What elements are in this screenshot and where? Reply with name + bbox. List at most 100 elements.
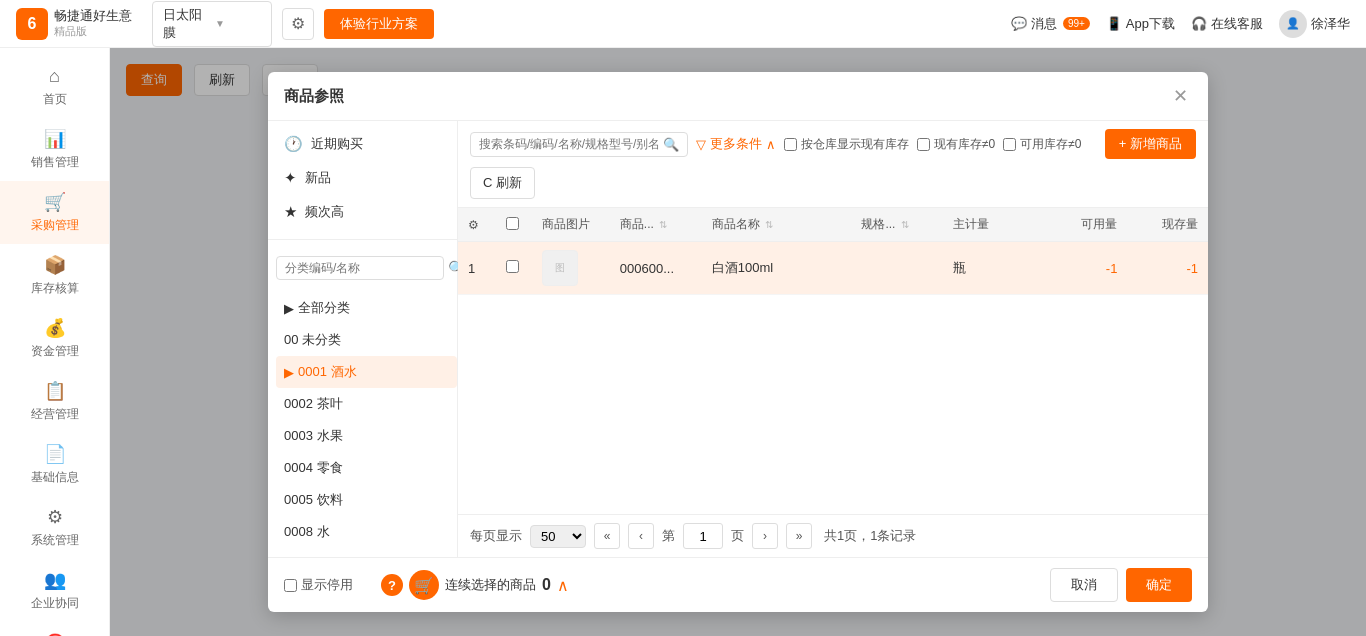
category-search-input[interactable]	[276, 256, 444, 280]
page-first-button[interactable]: «	[594, 523, 620, 549]
sidebar-item-basic[interactable]: 📄 基础信息	[0, 433, 109, 496]
sort-spec-icon: ⇅	[901, 219, 909, 230]
table-row[interactable]: 1 图 000600... 白酒100ml	[458, 242, 1208, 295]
col-code-label: 商品...	[620, 217, 654, 231]
cat-arrow-icon: ▶	[284, 301, 294, 316]
avail-nonzero-label: 可用库存≠0	[1020, 136, 1081, 153]
sidebar-item-finance[interactable]: 💰 资金管理	[0, 307, 109, 370]
search-icon[interactable]: 🔍	[663, 137, 679, 152]
filter-up-icon: ∧	[766, 137, 776, 152]
per-page-label: 每页显示	[470, 527, 522, 545]
row-unit-cell: 瓶	[943, 242, 1024, 295]
sidebar-label-sales: 销售管理	[31, 154, 79, 171]
refresh-modal-button[interactable]: C 刷新	[470, 167, 535, 199]
stock-nonzero-label: 现有库存≠0	[934, 136, 995, 153]
product-search-input[interactable]	[479, 137, 659, 151]
cart-icon[interactable]: 🛒	[409, 570, 439, 600]
col-settings-header[interactable]: ⚙	[458, 208, 494, 242]
row-check-cell[interactable]	[494, 242, 532, 295]
col-name-header[interactable]: 商品名称 ⇅	[702, 208, 852, 242]
page-last-button[interactable]: »	[786, 523, 812, 549]
app-download-nav[interactable]: 📱 App下载	[1106, 15, 1175, 33]
settings-icon[interactable]: ⚙	[282, 8, 314, 40]
help-icon[interactable]: ?	[381, 574, 403, 596]
category-0001[interactable]: ▶ 0001 酒水	[276, 356, 457, 388]
more-filters-button[interactable]: ▽ 更多条件 ∧	[696, 135, 776, 153]
store-dropdown[interactable]: 日太阳膜 ▼	[152, 1, 272, 47]
col-spec-header[interactable]: 规格... ⇅	[851, 208, 943, 242]
category-all[interactable]: ▶ 全部分类	[276, 292, 457, 324]
sidebar-item-inventory[interactable]: 📦 库存核算	[0, 244, 109, 307]
stock-nonzero-input[interactable]	[917, 138, 930, 151]
user-nav[interactable]: 👤 徐泽华	[1279, 10, 1350, 38]
add-product-button[interactable]: + 新增商品	[1105, 129, 1196, 159]
trial-button[interactable]: 体验行业方案	[324, 9, 434, 39]
left-panel: 🕐 近期购买 ✦ 新品 ★ 频次高	[268, 121, 458, 557]
sidebar-item-purchase[interactable]: 🛒 采购管理	[0, 181, 109, 244]
basic-icon: 📄	[44, 443, 66, 465]
confirm-button[interactable]: 确定	[1126, 568, 1192, 602]
online-service-nav[interactable]: 🎧 在线客服	[1191, 15, 1263, 33]
quick-new-products[interactable]: ✦ 新品	[276, 163, 449, 193]
sidebar-label-finance: 资金管理	[31, 343, 79, 360]
cart-collapse-icon[interactable]: ∧	[557, 576, 569, 595]
row-stock-cell: -1	[1127, 242, 1208, 295]
warehouse-checkbox-input[interactable]	[784, 138, 797, 151]
sidebar-item-system[interactable]: ⚙ 系统管理	[0, 496, 109, 559]
row-checkbox[interactable]	[506, 260, 519, 273]
page-prev-button[interactable]: ‹	[628, 523, 654, 549]
category-0002[interactable]: 0002 茶叶	[276, 388, 457, 420]
message-label: 消息	[1031, 15, 1057, 33]
product-search-box: 🔍	[470, 132, 688, 157]
category-0005[interactable]: 0005 饮料	[276, 484, 457, 516]
col-stock-header: 现存量	[1127, 208, 1208, 242]
collab-icon: 👥	[44, 569, 66, 591]
col-check-header[interactable]	[494, 208, 532, 242]
sidebar-item-operations[interactable]: 📋 经营管理	[0, 370, 109, 433]
warehouse-filter-checkbox[interactable]: 按仓库显示现有库存	[784, 136, 909, 153]
avail-nonzero-checkbox[interactable]: 可用库存≠0	[1003, 136, 1081, 153]
category-uncategorized[interactable]: 00 未分类	[276, 324, 457, 356]
footer-left: 显示停用 ? 🛒 连续选择的商品 0 ∧	[284, 570, 569, 600]
modal-close-button[interactable]: ✕	[1168, 84, 1192, 108]
row-spec-cell	[851, 242, 943, 295]
page-suffix: 页	[731, 527, 744, 545]
sidebar-label-operations: 经营管理	[31, 406, 79, 423]
category-0010[interactable]: 0010 家电	[276, 548, 457, 549]
avail-nonzero-input[interactable]	[1003, 138, 1016, 151]
stock-nonzero-checkbox[interactable]: 现有库存≠0	[917, 136, 995, 153]
sidebar-item-sales[interactable]: 📊 销售管理	[0, 118, 109, 181]
show-disabled-checkbox[interactable]: 显示停用	[284, 576, 353, 594]
product-table: ⚙ 商品图片 商品... ⇅ 商品名称	[458, 208, 1208, 295]
select-all-checkbox[interactable]	[506, 217, 519, 230]
quick-frequent[interactable]: ★ 频次高	[276, 197, 449, 227]
content-area: 查询 刷新 设置 商品参照 ✕ 🕐	[110, 48, 1366, 636]
col-code-header[interactable]: 商品... ⇅	[610, 208, 702, 242]
sort-code-icon: ⇅	[659, 219, 667, 230]
category-0008[interactable]: 0008 水	[276, 516, 457, 548]
modal-footer: 显示停用 ? 🛒 连续选择的商品 0 ∧ 取消 确定	[268, 557, 1208, 612]
messages-nav[interactable]: 💬 消息 99+	[1011, 15, 1090, 33]
per-page-select[interactable]: 10 20 50 100	[530, 525, 586, 548]
cat-0003-label: 0003 水果	[284, 427, 343, 445]
col-name-label: 商品名称	[712, 217, 760, 231]
cancel-button[interactable]: 取消	[1050, 568, 1118, 602]
sidebar-item-collab[interactable]: 👥 企业协同	[0, 559, 109, 622]
quick-access-section: 🕐 近期购买 ✦ 新品 ★ 频次高	[268, 129, 457, 235]
service-label: 在线客服	[1211, 15, 1263, 33]
clock-icon: 🕐	[284, 135, 303, 153]
show-disabled-input[interactable]	[284, 579, 297, 592]
filter-row: 🔍 ▽ 更多条件 ∧ 按仓库显示现有库存	[458, 121, 1208, 208]
category-0004[interactable]: 0004 零食	[276, 452, 457, 484]
sidebar-item-guide[interactable]: 🎯 新手引导	[0, 622, 109, 636]
category-search-row: 🔍 ◀◀	[268, 244, 457, 292]
category-all-label: 全部分类	[298, 299, 350, 317]
message-badge: 99+	[1063, 17, 1090, 30]
warehouse-filter-label: 按仓库显示现有库存	[801, 136, 909, 153]
sidebar-item-home[interactable]: ⌂ 首页	[0, 56, 109, 118]
quick-recent-purchase[interactable]: 🕐 近期购买	[276, 129, 449, 159]
category-0003[interactable]: 0003 水果	[276, 420, 457, 452]
page-number-input[interactable]	[683, 523, 723, 549]
recent-purchase-label: 近期购买	[311, 135, 363, 153]
page-next-button[interactable]: ›	[752, 523, 778, 549]
